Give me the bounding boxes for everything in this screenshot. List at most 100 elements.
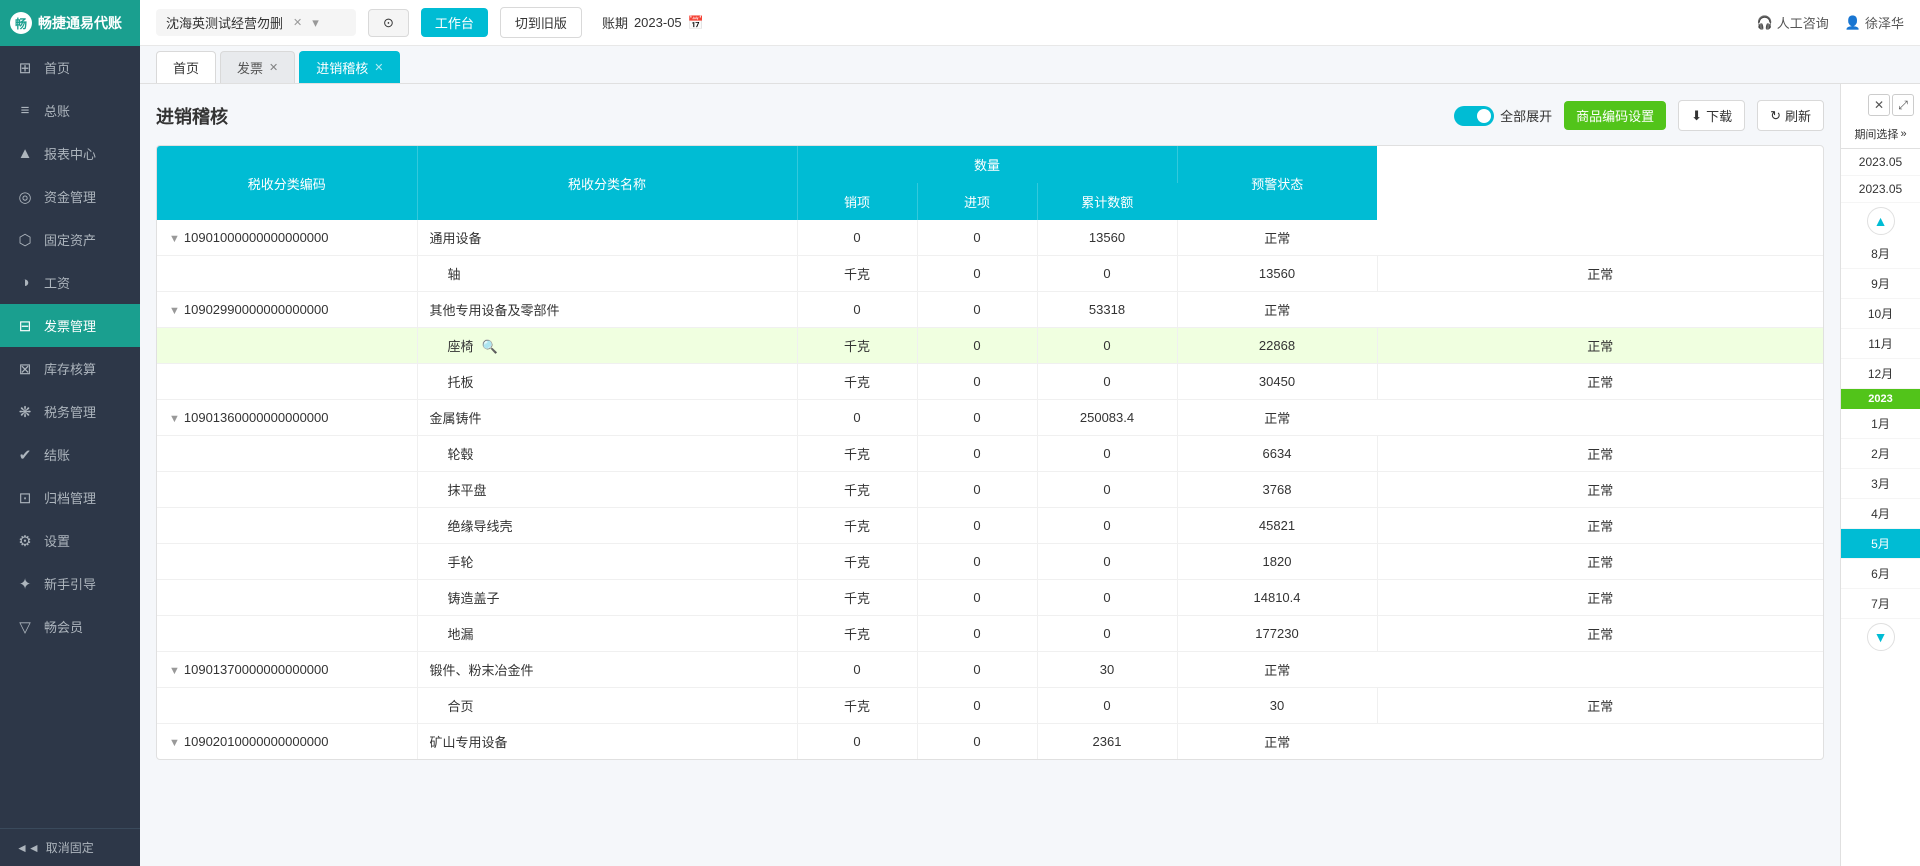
- company-selector[interactable]: 沈海英测试经营勿删 ✕ ▾: [156, 9, 356, 36]
- sidebar-item-settings[interactable]: ⚙ 设置: [0, 519, 140, 562]
- table-cell-status: 正常: [1377, 328, 1823, 364]
- expand-panel-button[interactable]: ⤢: [1892, 94, 1914, 116]
- table-cell-purchase: 0: [917, 724, 1037, 760]
- table-cell-unit: 千克: [797, 544, 917, 580]
- toggle-switch[interactable]: [1454, 106, 1494, 126]
- period-month-3月[interactable]: 3月: [1841, 469, 1920, 499]
- table-cell-code: ▼10901370000000000000: [157, 652, 417, 688]
- table-cell-status: 正常: [1377, 508, 1823, 544]
- table-cell-total: 30450: [1177, 364, 1377, 400]
- tab-reconcile[interactable]: 进销稽核 ✕: [299, 51, 400, 83]
- collapse-icon[interactable]: ▼: [169, 737, 180, 749]
- table-cell-unit: 千克: [797, 580, 917, 616]
- sidebar-item-tax[interactable]: ❋ 税务管理: [0, 390, 140, 433]
- refresh-label: 刷新: [1785, 106, 1811, 125]
- tab-home-label: 首页: [173, 58, 199, 77]
- table-cell-total: 250083.4: [1037, 400, 1177, 436]
- sidebar-unpin[interactable]: ◄◄ 取消固定: [0, 828, 140, 866]
- period-month-1月[interactable]: 1月: [1841, 409, 1920, 439]
- close-panel-button[interactable]: ✕: [1868, 94, 1890, 116]
- collapse-icon[interactable]: ▼: [169, 413, 180, 425]
- period-item-2023-05-2[interactable]: 2023.05: [1841, 176, 1920, 203]
- oldver-button[interactable]: 切到旧版: [500, 7, 582, 38]
- period-month-6月[interactable]: 6月: [1841, 559, 1920, 589]
- table-cell-name: 地漏: [417, 616, 797, 652]
- table-cell-purchase: 0: [917, 652, 1037, 688]
- close-invoice-tab-icon[interactable]: ✕: [269, 61, 278, 74]
- table-cell-sales: 0: [917, 616, 1037, 652]
- sidebar-item-label: 结账: [44, 445, 70, 464]
- ledger-icon: ≡: [16, 102, 34, 119]
- table-cell-name: 轮毂: [417, 436, 797, 472]
- period-item-2023-05-1[interactable]: 2023.05: [1841, 149, 1920, 176]
- sidebar-item-invoice[interactable]: ⊟ 发票管理: [0, 304, 140, 347]
- table-cell-sales: 0: [917, 364, 1037, 400]
- page-body: 进销稽核 全部展开 商品编码设置 ⬇ 下载 ↻ 刷新: [140, 84, 1840, 866]
- table-cell-code: ▼10901360000000000000: [157, 400, 417, 436]
- support-link[interactable]: 🎧 人工咨询: [1757, 13, 1829, 32]
- download-button[interactable]: ⬇ 下载: [1678, 100, 1745, 131]
- table-cell-unit: 千克: [797, 436, 917, 472]
- home-icon: ⊞: [16, 59, 34, 77]
- search-icon[interactable]: 🔍: [482, 339, 498, 354]
- sidebar-item-capital[interactable]: ◎ 资金管理: [0, 175, 140, 218]
- sidebar-item-inventory[interactable]: ⊠ 库存核算: [0, 347, 140, 390]
- user-label: 徐泽华: [1865, 13, 1904, 32]
- right-period-panel: ✕ ⤢ 期间选择 » 2023.05 2023.05 ▲ 8月9月10月11月1…: [1840, 84, 1920, 866]
- period-month-11月[interactable]: 11月: [1841, 329, 1920, 359]
- data-table: 税收分类编码 税收分类名称 数量 预警状态 销项 进项 累计数额: [156, 145, 1824, 760]
- product-code-button[interactable]: 商品编码设置: [1564, 101, 1666, 130]
- sidebar-item-checkout[interactable]: ✔ 结账: [0, 433, 140, 476]
- table-cell-purchase: 0: [1037, 256, 1177, 292]
- table-cell-code: [157, 256, 417, 292]
- sidebar-item-archive[interactable]: ⊡ 归档管理: [0, 476, 140, 519]
- sidebar-item-label: 归档管理: [44, 488, 96, 507]
- period-year-label[interactable]: 2023: [1841, 389, 1920, 409]
- period-selector-header: 期间选择 »: [1841, 120, 1920, 149]
- workspace-button[interactable]: 工作台: [421, 8, 488, 37]
- sidebar-item-label: 总账: [44, 101, 70, 120]
- close-reconcile-tab-icon[interactable]: ✕: [374, 61, 383, 74]
- period-next-button[interactable]: ▼: [1867, 623, 1895, 651]
- table-cell-status: 正常: [1377, 580, 1823, 616]
- sidebar-item-assets[interactable]: ⬡ 固定资产: [0, 218, 140, 261]
- save-icon: ⊙: [383, 15, 394, 30]
- period-month-12月[interactable]: 12月: [1841, 359, 1920, 389]
- sidebar-item-salary[interactable]: ◑ 工资: [0, 261, 140, 304]
- delete-company-icon[interactable]: ✕: [293, 16, 302, 29]
- sidebar-item-label: 新手引导: [44, 574, 96, 593]
- save-button[interactable]: ⊙: [368, 9, 409, 37]
- tab-invoice[interactable]: 发票 ✕: [220, 51, 295, 83]
- sidebar-item-report[interactable]: ▲ 报表中心: [0, 132, 140, 175]
- table-cell-sales: 0: [797, 220, 917, 256]
- sidebar-item-home[interactable]: ⊞ 首页: [0, 46, 140, 89]
- tab-home[interactable]: 首页: [156, 51, 216, 83]
- collapse-icon[interactable]: ▼: [169, 233, 180, 245]
- period-month-9月[interactable]: 9月: [1841, 269, 1920, 299]
- period-month-7月[interactable]: 7月: [1841, 589, 1920, 619]
- table-cell-name: 座椅🔍: [417, 328, 797, 364]
- period-month-8月[interactable]: 8月: [1841, 239, 1920, 269]
- table-cell-purchase: 0: [1037, 580, 1177, 616]
- expand-all-toggle[interactable]: 全部展开: [1454, 106, 1552, 126]
- collapse-icon[interactable]: ▼: [169, 665, 180, 677]
- table-cell-total: 30: [1037, 652, 1177, 688]
- sidebar-item-guide[interactable]: ✦ 新手引导: [0, 562, 140, 605]
- capital-icon: ◎: [16, 188, 34, 206]
- user-profile[interactable]: 👤 徐泽华: [1845, 13, 1904, 32]
- th-total: 累计数额: [1037, 183, 1177, 220]
- period-month-10月[interactable]: 10月: [1841, 299, 1920, 329]
- period-month-5月[interactable]: 5月: [1841, 529, 1920, 559]
- sidebar-item-ledger[interactable]: ≡ 总账: [0, 89, 140, 132]
- sidebar-item-member[interactable]: ▽ 畅会员: [0, 605, 140, 648]
- table-cell-total: 45821: [1177, 508, 1377, 544]
- period-month-2月[interactable]: 2月: [1841, 439, 1920, 469]
- calendar-icon[interactable]: 📅: [688, 15, 704, 31]
- refresh-button[interactable]: ↻ 刷新: [1757, 100, 1824, 131]
- sidebar-item-label: 首页: [44, 58, 70, 77]
- period-month-4月[interactable]: 4月: [1841, 499, 1920, 529]
- period-prev-button[interactable]: ▲: [1867, 207, 1895, 235]
- sidebar-item-label: 设置: [44, 531, 70, 550]
- chevron-down-icon[interactable]: ▾: [312, 15, 319, 31]
- collapse-icon[interactable]: ▼: [169, 305, 180, 317]
